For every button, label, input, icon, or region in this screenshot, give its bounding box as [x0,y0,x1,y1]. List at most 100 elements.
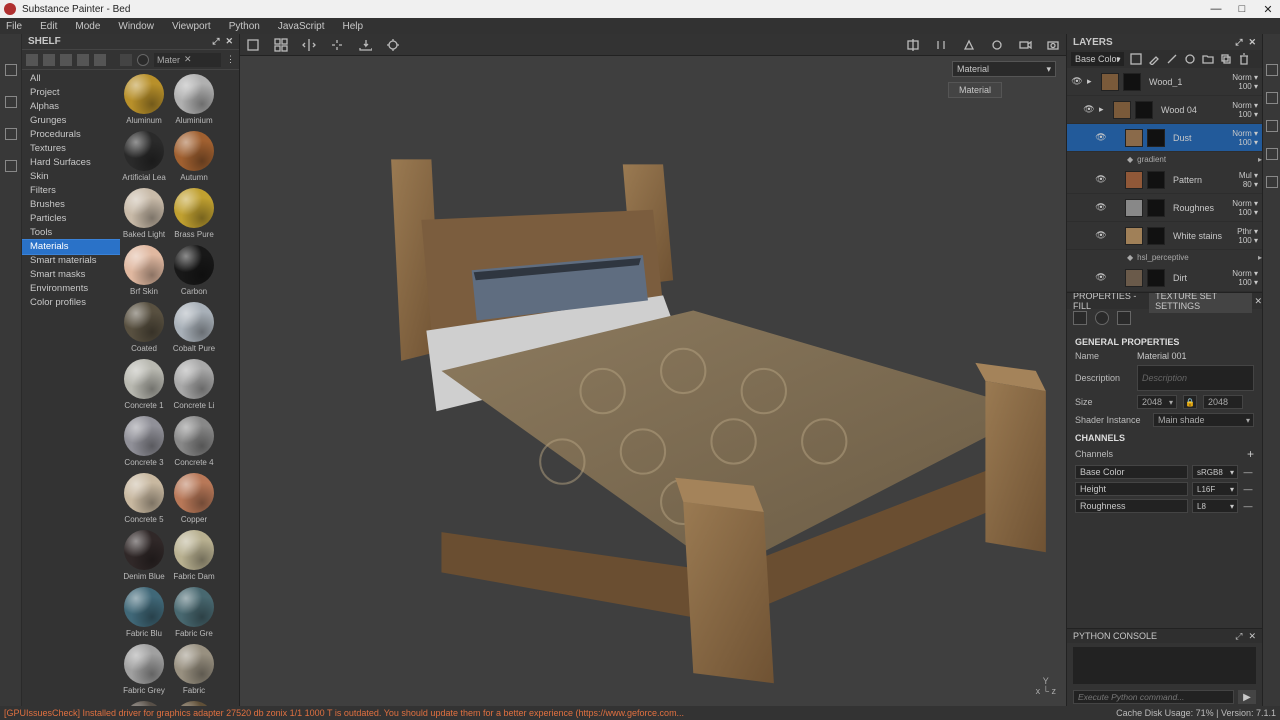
vp-rot-icon[interactable] [990,38,1004,52]
rstrip-icon-5[interactable] [1266,176,1278,188]
shelf-undock-icon[interactable]: ⤢ [212,36,219,47]
shelf-cat-all[interactable]: All [22,72,120,86]
layer-row[interactable]: 👁RoughnesNorm ▾100 ▾ [1067,194,1262,222]
shelf-home-icon[interactable] [26,54,38,66]
shelf-thumb[interactable]: Artificial Lea [122,131,166,182]
prop-size-h[interactable]: 2048 [1203,395,1243,409]
shelf-search-clear-icon[interactable]: ✕ [184,54,192,65]
rstrip-icon-4[interactable] [1266,148,1278,160]
shelf-filter-icon[interactable] [120,54,132,66]
layer-visibility-icon[interactable]: 👁 [1083,104,1095,115]
layer-mask-thumb[interactable] [1147,269,1165,287]
layer-blend[interactable]: Norm ▾100 ▾ [1228,269,1258,287]
menu-help[interactable]: Help [343,21,364,32]
add-paint-layer-icon[interactable] [1148,53,1160,65]
menu-javascript[interactable]: JavaScript [278,21,325,32]
material-chip[interactable]: Material [948,82,1002,98]
layer-blend[interactable]: Norm ▾100 ▾ [1228,101,1258,119]
shelf-cat-skin[interactable]: Skin [22,170,120,184]
layer-row[interactable]: 👁PatternMul ▾80 ▾ [1067,166,1262,194]
add-effect-icon[interactable] [1166,53,1178,65]
layer-mask-thumb[interactable] [1147,171,1165,189]
py-undock-icon[interactable]: ⤢ [1235,631,1242,642]
shelf-thumb[interactable]: Fabric Rough [172,644,216,695]
shelf-round-icon[interactable] [137,54,149,66]
shelf-cat-procedurals[interactable]: Procedurals [22,128,120,142]
layer-blend[interactable]: Norm ▾100 ▾ [1228,73,1258,91]
layer-blend[interactable]: Pthr ▾100 ▾ [1228,227,1258,245]
channel-name[interactable]: Roughness [1075,499,1188,513]
rstrip-icon-2[interactable] [1266,92,1278,104]
layer-visibility-icon[interactable]: 👁 [1095,202,1107,213]
vp-bake-icon[interactable] [386,38,400,52]
shelf-cat-project[interactable]: Project [22,86,120,100]
window-minimize[interactable]: — [1208,3,1224,16]
shelf-thumb[interactable]: Aluminum [122,74,166,125]
layer-visibility-icon[interactable]: 👁 [1095,272,1107,283]
vp-persp-icon[interactable] [962,38,976,52]
menu-edit[interactable]: Edit [40,21,57,32]
shelf-cat-environments[interactable]: Environments [22,282,120,296]
layer-mask-thumb[interactable] [1147,227,1165,245]
shelf-cat-smart-masks[interactable]: Smart masks [22,268,120,282]
add-folder-icon[interactable] [1202,53,1214,65]
layer-row[interactable]: 👁▸Wood 04Norm ▾100 ▾ [1067,96,1262,124]
shelf-import-icon[interactable] [94,54,106,66]
channel-remove-icon[interactable]: — [1242,467,1254,477]
layer-row[interactable]: 👁DustNorm ▾100 ▾ [1067,124,1262,152]
shelf-thumb[interactable]: Brass Pure [172,188,216,239]
menu-window[interactable]: Window [118,21,154,32]
layer-visibility-icon[interactable]: 👁 [1095,132,1107,143]
window-maximize[interactable]: □ [1234,3,1250,16]
py-close-icon[interactable]: ✕ [1248,631,1256,642]
shelf-close-icon[interactable]: ✕ [225,36,233,47]
menu-file[interactable]: File [6,21,22,32]
layer-effect-row[interactable]: ◆gradient▸ [1067,152,1262,166]
shelf-thumb[interactable]: Carbon Fiber [172,245,216,296]
vp-1view-icon[interactable] [246,38,260,52]
channel-name[interactable]: Height [1075,482,1188,496]
shelf-cat-hard-surfaces[interactable]: Hard Surfaces [22,156,120,170]
vp-symmetry-icon[interactable] [906,38,920,52]
vp-import-icon[interactable] [358,38,372,52]
add-mask-icon[interactable] [1184,53,1196,65]
tool-polyfill-icon[interactable] [5,160,17,172]
window-close[interactable]: ✕ [1260,3,1276,16]
folder-icon[interactable]: ▸ [1087,76,1097,87]
layer-visibility-icon[interactable]: 👁 [1071,76,1083,87]
shelf-thumb[interactable]: Concrete 1 [122,359,166,410]
tool-projection-icon[interactable] [5,128,17,140]
python-input[interactable]: Execute Python command... [1073,690,1234,704]
shelf-thumb[interactable]: Concrete 3 [122,416,166,467]
shelf-thumb[interactable]: Copper Base [172,473,216,524]
layer-mask-thumb[interactable] [1147,199,1165,217]
viewport-canvas[interactable]: Material▾ Material Y x └ z [240,56,1066,706]
delete-layer-icon[interactable] [1238,53,1250,65]
layer-blend[interactable]: Norm ▾100 ▾ [1228,199,1258,217]
shelf-thumb[interactable]: Aluminium [172,74,216,125]
shelf-thumb[interactable]: Fabric d [172,701,216,706]
layer-row[interactable]: 👁▸Wood_1Norm ▾100 ▾ [1067,68,1262,96]
shelf-cat-materials[interactable]: Materials [22,240,120,254]
shelf-sort-icon[interactable] [60,54,72,66]
dup-layer-icon[interactable] [1220,53,1232,65]
layer-blend[interactable]: Mul ▾80 ▾ [1228,171,1258,189]
tool-eraser-icon[interactable] [5,96,17,108]
shelf-cat-tools[interactable]: Tools [22,226,120,240]
vp-grid-icon[interactable] [274,38,288,52]
vp-snapshot-icon[interactable] [1046,38,1060,52]
folder-icon[interactable]: ▸ [1099,104,1109,115]
shelf-thumb[interactable]: Baked Light [122,188,166,239]
vp-center-icon[interactable] [330,38,344,52]
layer-visibility-icon[interactable]: 👁 [1095,230,1107,241]
props-globe-icon[interactable] [1095,311,1109,325]
layer-row[interactable]: 👁DirtNorm ▾100 ▾ [1067,264,1262,292]
shelf-cat-color-profiles[interactable]: Color profiles [22,296,120,310]
menu-viewport[interactable]: Viewport [172,21,211,32]
channel-type-dropdown[interactable]: sRGB8 [1192,465,1238,479]
prop-shader-dropdown[interactable]: Main shade [1153,413,1254,427]
vp-camera-icon[interactable] [1018,38,1032,52]
layer-mask-thumb[interactable] [1123,73,1141,91]
add-fill-layer-icon[interactable] [1130,53,1142,65]
channel-type-dropdown[interactable]: L8 [1192,499,1238,513]
